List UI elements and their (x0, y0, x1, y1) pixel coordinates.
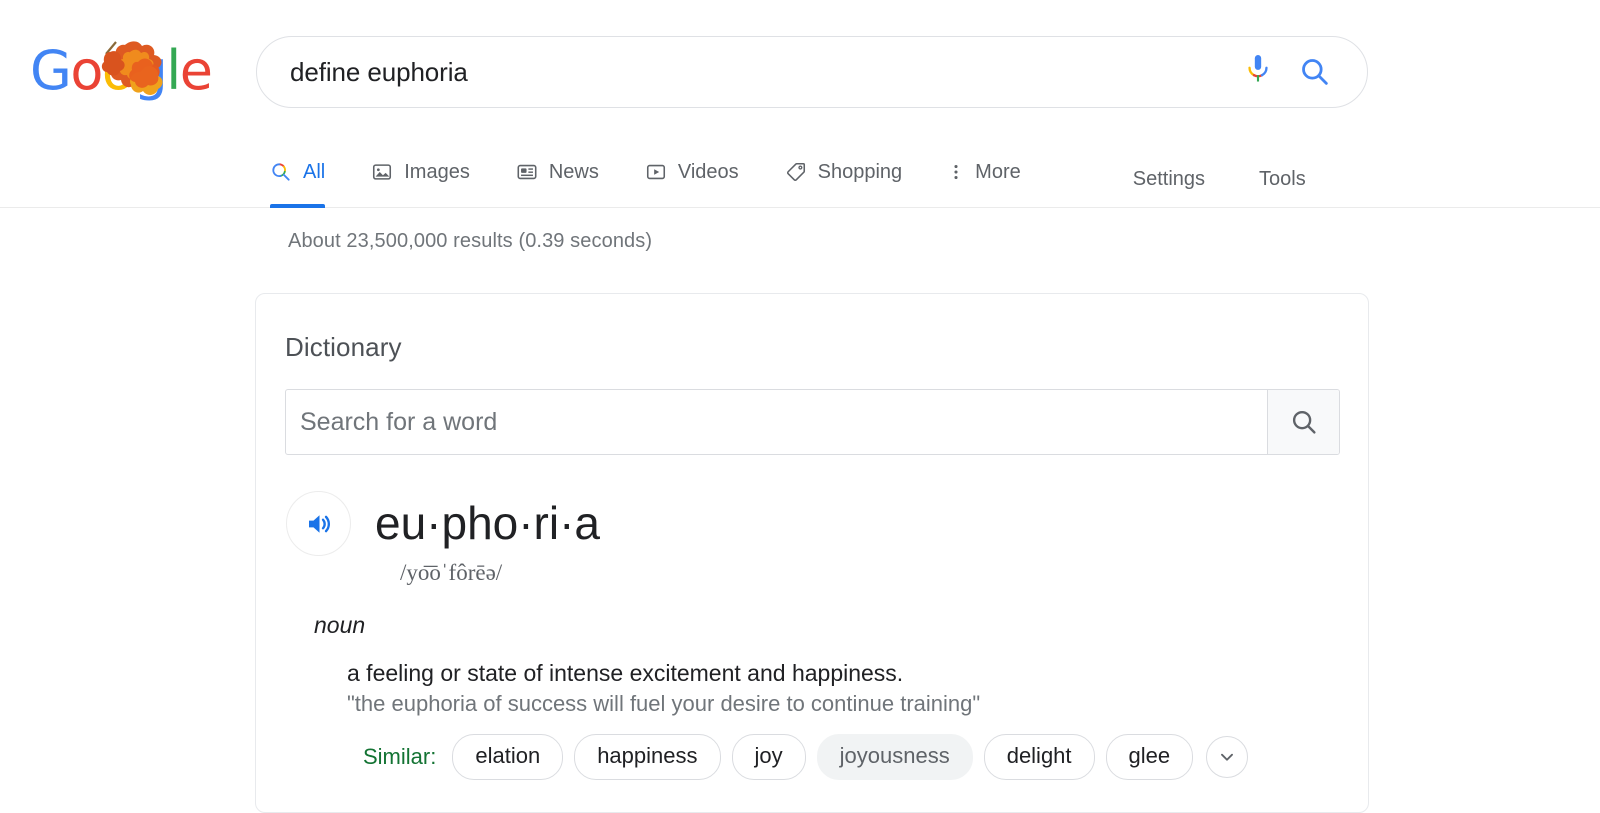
tab-shopping-label: Shopping (817, 161, 903, 183)
search-nav-tabs: All Images News Videos Shopping More Set… (270, 140, 1360, 208)
word-search-button[interactable] (1267, 390, 1339, 454)
search-bar-actions (1245, 54, 1367, 90)
news-icon (517, 164, 537, 180)
tab-images[interactable]: Images (371, 140, 492, 190)
google-logo[interactable]: Google (28, 36, 228, 110)
similar-label: Similar: (363, 744, 437, 770)
dictionary-entry-header: eu·pho·ri·a (285, 491, 1338, 556)
similar-chip-happiness[interactable]: happiness (574, 734, 721, 780)
image-icon (373, 164, 392, 180)
video-play-icon (646, 164, 665, 180)
logo-letter-o1: o (70, 39, 103, 102)
similar-chip-joy[interactable]: joy (731, 734, 806, 780)
search-icon (1292, 410, 1316, 434)
logo-letter-e: e (179, 39, 213, 102)
tab-news-label: News (548, 161, 599, 183)
definition-example: "the euphoria of success will fuel your … (347, 690, 981, 716)
result-stats: About 23,500,000 results (0.39 seconds) (288, 230, 653, 252)
tools-button[interactable]: Tools (1259, 154, 1306, 204)
logo-letter-g2: g (133, 39, 167, 102)
logo-letter-g1: G (30, 39, 72, 102)
search-icon (272, 163, 290, 181)
tab-news[interactable]: News (516, 140, 621, 190)
microphone-icon-glyph (1248, 55, 1268, 82)
logo-letter-l: l (166, 39, 181, 102)
speaker-volume-icon (308, 514, 330, 533)
tab-videos-label: Videos (677, 161, 739, 183)
search-input[interactable]: define euphoria (257, 57, 1245, 88)
part-of-speech: noun (314, 612, 366, 638)
search-nav-right: Settings Tools (1133, 140, 1360, 204)
definition-text: a feeling or state of intense excitement… (347, 660, 904, 686)
similar-chip-joyousness[interactable]: joyousness (816, 734, 973, 780)
tag-icon (786, 162, 805, 182)
google-logo-text: Google (30, 39, 213, 102)
search-nav-bar: All Images News Videos Shopping More Set… (0, 140, 1600, 208)
search-submit-icon[interactable] (1299, 56, 1331, 88)
settings-button[interactable]: Settings (1133, 154, 1205, 204)
similar-chip-elation[interactable]: elation (452, 734, 564, 780)
search-bar[interactable]: define euphoria (256, 36, 1368, 108)
dictionary-headword: eu·pho·ri·a (375, 497, 600, 550)
similar-words-row: Similar: elation happiness joy joyousnes… (363, 734, 1338, 780)
page-header: Google define euphoria All Images News V… (0, 0, 1600, 252)
tab-videos[interactable]: Videos (645, 140, 761, 190)
dictionary-phonetic: /yo͞oˈfôrēə/ (400, 560, 503, 585)
search-icon-glyph (1302, 59, 1328, 85)
definition-sense: a feeling or state of intense excitement… (347, 659, 1338, 780)
tab-more[interactable]: More (948, 140, 1043, 190)
similar-chip-delight[interactable]: delight (983, 734, 1095, 780)
dictionary-card-title: Dictionary (285, 332, 402, 362)
tab-active-underline (270, 204, 326, 208)
logo-letter-o2: o (101, 39, 135, 102)
word-search-input[interactable] (286, 390, 1267, 454)
chevron-down-icon (1221, 753, 1234, 761)
pronounce-audio-button[interactable] (286, 491, 351, 556)
similar-expand-button[interactable] (1206, 736, 1249, 779)
word-search-field[interactable] (285, 389, 1340, 455)
more-vertical-icon (954, 164, 958, 180)
tab-more-label: More (975, 161, 1021, 183)
similar-chip-glee[interactable]: glee (1105, 734, 1194, 780)
tab-all[interactable]: All (270, 140, 347, 208)
tab-shopping[interactable]: Shopping (785, 140, 925, 190)
microphone-icon[interactable] (1245, 54, 1271, 90)
tab-images-label: Images (404, 161, 470, 183)
tab-all-label: All (303, 161, 326, 183)
dictionary-card: Dictionary eu·pho·ri·a /yo͞oˈfôrēə/ noun… (255, 293, 1369, 813)
